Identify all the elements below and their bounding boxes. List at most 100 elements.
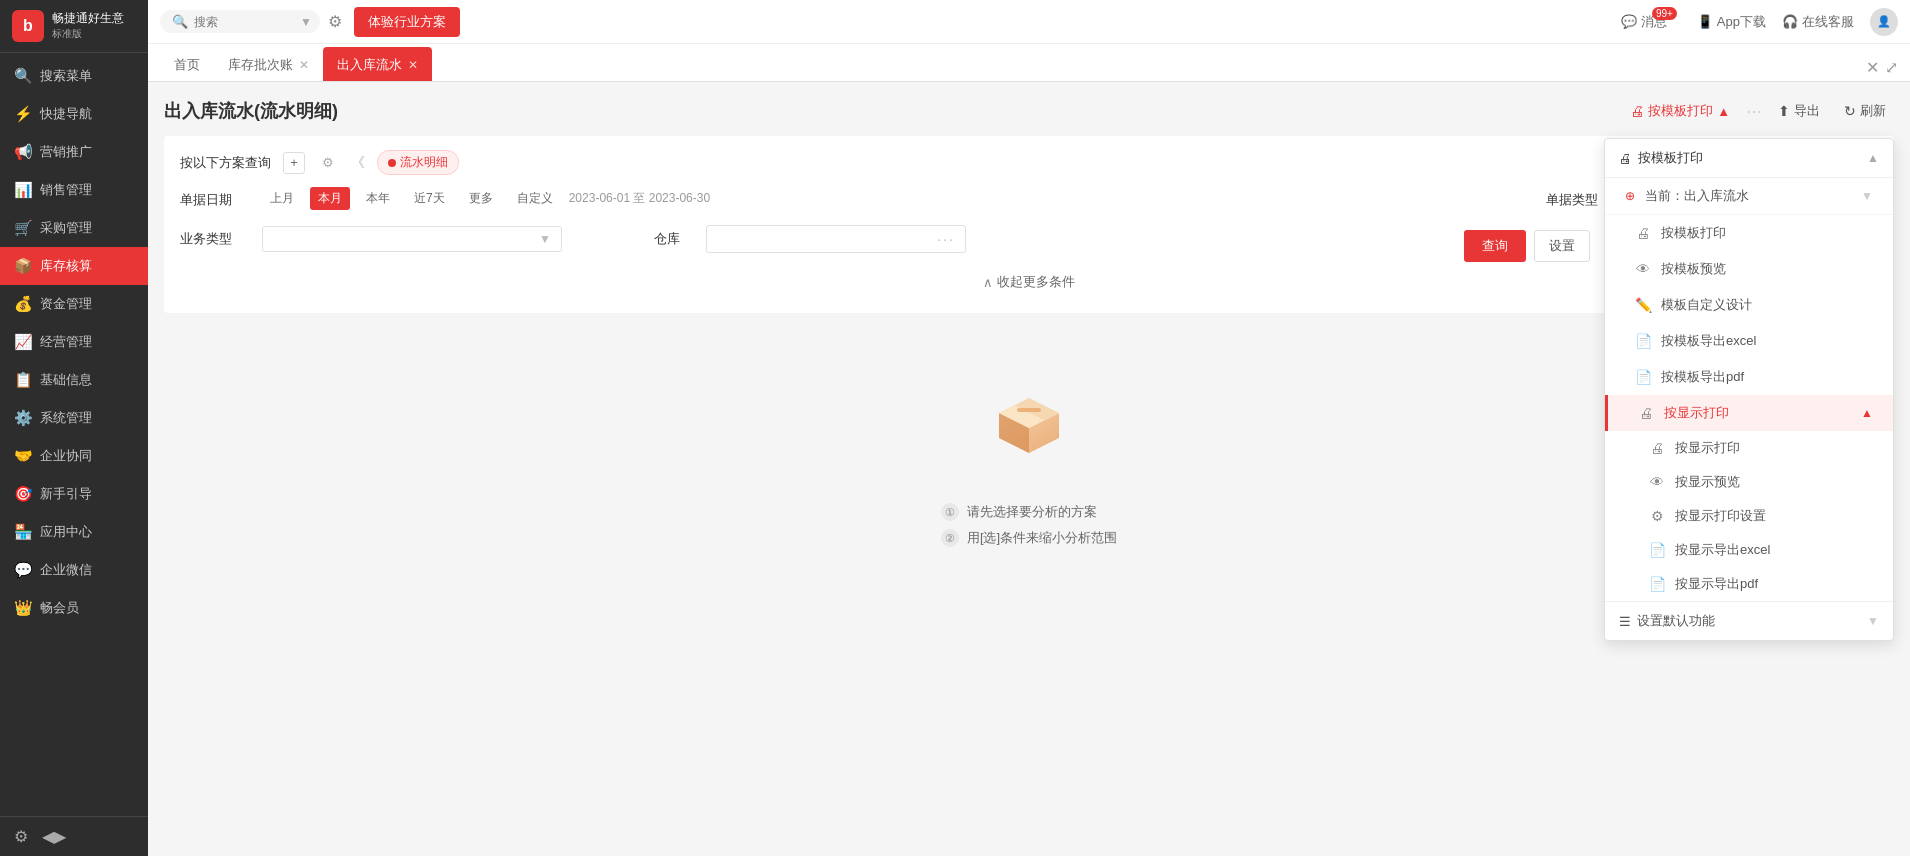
sidebar-item-label: 应用中心 (40, 523, 92, 541)
export-icon: ⬆ (1778, 103, 1790, 119)
template-export-pdf-label: 按模板导出pdf (1661, 368, 1873, 386)
sidebar-item-purchase[interactable]: 🛒 采购管理 (0, 209, 148, 247)
dropdown-template-custom[interactable]: ✏️ 模板自定义设计 (1605, 287, 1893, 323)
maximize-window-icon[interactable]: ⤢ (1885, 58, 1898, 77)
print-template-btn[interactable]: 🖨 按模板打印 ▲ (1622, 98, 1738, 124)
svg-rect-4 (1017, 408, 1041, 412)
dropdown-display-print-item[interactable]: 🖨 按显示打印 (1605, 431, 1893, 465)
sidebar-item-sales[interactable]: 📊 销售管理 (0, 171, 148, 209)
date-last-7-btn[interactable]: 近7天 (406, 187, 453, 210)
member-icon: 👑 (14, 599, 32, 617)
basic-icon: 📋 (14, 371, 32, 389)
settings-default-icon: ☰ (1619, 614, 1631, 629)
header-search-input[interactable] (194, 15, 294, 29)
refresh-btn[interactable]: ↻ 刷新 (1836, 98, 1894, 124)
display-export-pdf-label: 按显示导出pdf (1675, 575, 1758, 593)
dropdown-template-export-excel[interactable]: 📄 按模板导出excel (1605, 323, 1893, 359)
sidebar-item-search[interactable]: 🔍 搜索菜单 (0, 57, 148, 95)
date-last-month-btn[interactable]: 上月 (262, 187, 302, 210)
sidebar-item-label: 采购管理 (40, 219, 92, 237)
inventory-icon: 📦 (14, 257, 32, 275)
dropdown-header-chevron-icon[interactable]: ▲ (1867, 151, 1879, 165)
header-gear-icon[interactable]: ⚙ (328, 12, 342, 31)
warehouse-select[interactable]: ··· (706, 225, 966, 253)
app-logo: b 畅捷通好生意 标准版 (0, 0, 148, 53)
sidebar-item-basic[interactable]: 📋 基础信息 (0, 361, 148, 399)
sidebar-item-label: 营销推广 (40, 143, 92, 161)
tab-batch-account-label: 库存批次账 (228, 56, 293, 74)
filter-config-button[interactable]: ⚙ (317, 152, 339, 174)
display-print-item-icon: 🖨 (1649, 440, 1665, 456)
sidebar-item-marketing[interactable]: 📢 营销推广 (0, 133, 148, 171)
print-dropdown-panel: 🖨 按模板打印 ▲ ⊕ 当前：出入库流水 ▼ 🖨 按模板打印 (1604, 138, 1894, 641)
trial-btn[interactable]: 体验行业方案 (354, 7, 460, 37)
customer-service-btn[interactable]: 🎧 在线客服 (1782, 13, 1854, 31)
tab-inout-flow[interactable]: 出入库流水 ✕ (323, 47, 432, 81)
sidebar-item-system[interactable]: ⚙️ 系统管理 (0, 399, 148, 437)
date-this-month-btn[interactable]: 本月 (310, 187, 350, 210)
appstore-icon: 🏪 (14, 523, 32, 541)
business-type-select[interactable]: ▼ (262, 226, 562, 252)
dropdown-footer-chevron-icon: ▼ (1867, 614, 1879, 628)
dropdown-footer[interactable]: ☰ 设置默认功能 ▼ (1605, 601, 1893, 640)
header-actions: 💬 消息 99+ 📱 App下载 🎧 在线客服 👤 (1621, 8, 1898, 36)
sidebar-item-collab[interactable]: 🤝 企业协同 (0, 437, 148, 475)
dropdown-current-item[interactable]: ⊕ 当前：出入库流水 ▼ (1605, 178, 1893, 215)
page-title-actions: 🖨 按模板打印 ▲ ⋯ ⬆ 导出 ↻ 刷新 (1622, 98, 1894, 124)
dropdown-template-print[interactable]: 🖨 按模板打印 (1605, 215, 1893, 251)
dropdown-display-export-excel[interactable]: 📄 按显示导出excel (1605, 533, 1893, 567)
query-button[interactable]: 查询 (1464, 230, 1526, 262)
dropdown-template-export-pdf[interactable]: 📄 按模板导出pdf (1605, 359, 1893, 395)
collapse-sidebar-icon[interactable]: ◀▶ (42, 827, 66, 846)
user-avatar[interactable]: 👤 (1870, 8, 1898, 36)
display-print-section-icon: 🖨 (1638, 405, 1654, 421)
template-export-excel-icon: 📄 (1635, 333, 1651, 349)
actions-separator-dots: ⋯ (1746, 102, 1762, 121)
dropdown-current-icon: ⊕ (1625, 189, 1635, 203)
settings-icon[interactable]: ⚙ (14, 827, 28, 846)
date-this-year-btn[interactable]: 本年 (358, 187, 398, 210)
tab-batch-account[interactable]: 库存批次账 ✕ (214, 47, 323, 81)
display-print-item-label: 按显示打印 (1675, 439, 1740, 457)
sidebar-footer: ⚙ ◀▶ (0, 816, 148, 856)
setup-button[interactable]: 设置 (1534, 230, 1590, 262)
filter-active-tag[interactable]: 流水明细 (377, 150, 459, 175)
tab-home[interactable]: 首页 (160, 47, 214, 81)
dropdown-template-preview[interactable]: 👁 按模板预览 (1605, 251, 1893, 287)
warehouse-label: 仓库 (654, 230, 694, 248)
dropdown-display-preview[interactable]: 👁 按显示预览 (1605, 465, 1893, 499)
tab-inout-flow-close-icon[interactable]: ✕ (408, 58, 418, 72)
sidebar-item-quick-nav[interactable]: ⚡ 快捷导航 (0, 95, 148, 133)
sidebar-item-member[interactable]: 👑 畅会员 (0, 589, 148, 627)
sidebar-item-finance[interactable]: 💰 资金管理 (0, 285, 148, 323)
tab-batch-account-close-icon[interactable]: ✕ (299, 58, 309, 72)
export-btn[interactable]: ⬆ 导出 (1770, 98, 1828, 124)
print-chevron-icon: ▲ (1717, 104, 1730, 119)
dropdown-current-chevron-icon: ▼ (1861, 189, 1873, 203)
filter-collapse-btn[interactable]: 《 (351, 154, 365, 172)
sidebar-item-guide[interactable]: 🎯 新手引导 (0, 475, 148, 513)
date-more-btn[interactable]: 更多 (461, 187, 501, 210)
dropdown-display-print-settings[interactable]: ⚙ 按显示打印设置 (1605, 499, 1893, 533)
main-area: 🔍 ▼ ⚙ 体验行业方案 💬 消息 99+ 📱 App下载 🎧 (148, 0, 1910, 856)
dropdown-display-export-pdf[interactable]: 📄 按显示导出pdf (1605, 567, 1893, 601)
dropdown-display-print-section[interactable]: 🖨 按显示打印 ▲ (1605, 395, 1893, 431)
filter-add-button[interactable]: + (283, 152, 305, 174)
template-preview-icon: 👁 (1635, 261, 1651, 277)
close-window-icon[interactable]: ✕ (1866, 58, 1879, 77)
sidebar-item-operations[interactable]: 📈 经营管理 (0, 323, 148, 361)
sidebar-item-inventory[interactable]: 📦 库存核算 (0, 247, 148, 285)
dropdown-header-title: 🖨 按模板打印 (1619, 149, 1703, 167)
app-download-btn[interactable]: 📱 App下载 (1697, 13, 1766, 31)
header-search-box[interactable]: 🔍 ▼ (160, 10, 320, 33)
guide-icon: 🎯 (14, 485, 32, 503)
sidebar-item-appstore[interactable]: 🏪 应用中心 (0, 513, 148, 551)
search-icon: 🔍 (172, 14, 188, 29)
template-print-label: 按模板打印 (1661, 224, 1873, 242)
date-custom-btn[interactable]: 自定义 (509, 187, 561, 210)
messages-btn[interactable]: 💬 消息 99+ (1621, 13, 1667, 31)
sidebar-item-wechat[interactable]: 💬 企业微信 (0, 551, 148, 589)
voucher-type-label: 单据类型 (1546, 191, 1606, 209)
customer-service-label: 在线客服 (1802, 13, 1854, 31)
template-print-icon: 🖨 (1635, 225, 1651, 241)
